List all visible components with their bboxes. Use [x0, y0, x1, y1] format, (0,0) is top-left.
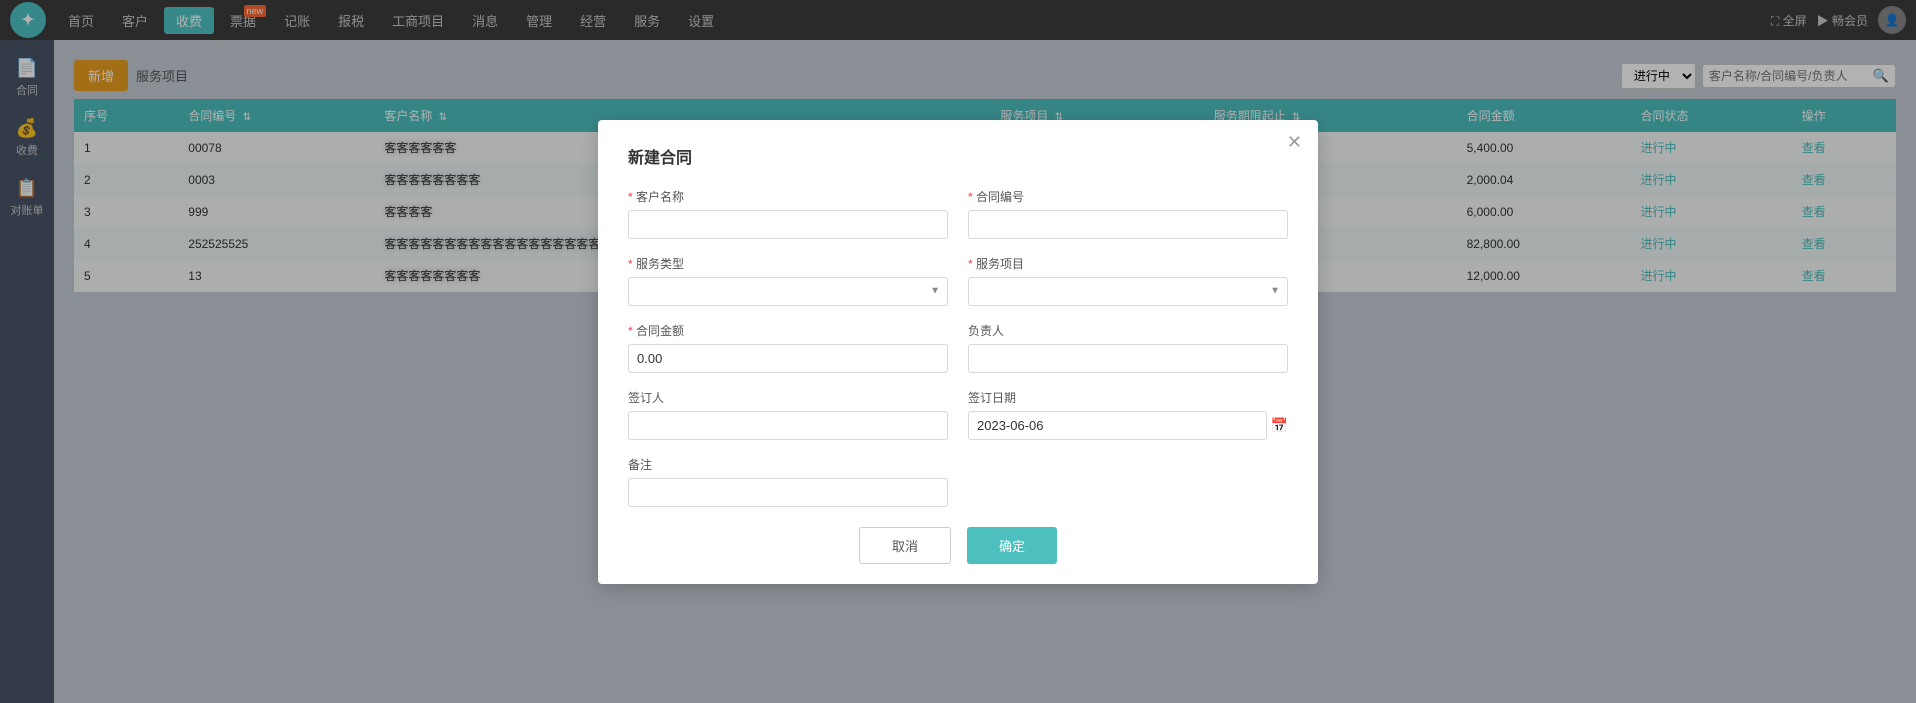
modal-footer: 取消 确定	[628, 527, 1288, 564]
label-contract-no: 合同编号	[968, 188, 1288, 205]
field-responsible: 负责人	[968, 322, 1288, 373]
input-signer[interactable]	[628, 411, 948, 440]
cancel-button[interactable]: 取消	[859, 527, 951, 564]
form-row-1: 客户名称 合同编号	[628, 188, 1288, 239]
field-service-type: 服务类型	[628, 255, 948, 306]
label-customer: 客户名称	[628, 188, 948, 205]
input-remarks[interactable]	[628, 478, 948, 507]
form-row-4: 签订人 签订日期 📅	[628, 389, 1288, 440]
field-sign-date: 签订日期 📅	[968, 389, 1288, 440]
new-contract-modal: ✕ 新建合同 客户名称 合同编号 服务类型	[598, 120, 1318, 584]
input-customer[interactable]	[628, 210, 948, 239]
select-service-item[interactable]	[968, 277, 1288, 306]
form-row-5: 备注	[628, 456, 1288, 507]
input-responsible[interactable]	[968, 344, 1288, 373]
field-customer: 客户名称	[628, 188, 948, 239]
modal-title: 新建合同	[628, 144, 1288, 168]
field-remarks: 备注	[628, 456, 948, 507]
modal-overlay: ✕ 新建合同 客户名称 合同编号 服务类型	[0, 0, 1916, 703]
label-signer: 签订人	[628, 389, 948, 406]
modal-close-button[interactable]: ✕	[1287, 132, 1302, 153]
field-signer: 签订人	[628, 389, 948, 440]
select-wrap-service-item	[968, 277, 1288, 306]
select-wrap-service-type	[628, 277, 948, 306]
label-sign-date: 签订日期	[968, 389, 1288, 406]
field-contract-no: 合同编号	[968, 188, 1288, 239]
label-responsible: 负责人	[968, 322, 1288, 339]
confirm-button[interactable]: 确定	[967, 527, 1057, 564]
field-amount: 合同金额	[628, 322, 948, 373]
sign-date-wrapper: 📅	[968, 411, 1288, 440]
input-contract-no[interactable]	[968, 210, 1288, 239]
label-service-type: 服务类型	[628, 255, 948, 272]
form-row-2: 服务类型 服务项目	[628, 255, 1288, 306]
select-service-type[interactable]	[628, 277, 948, 306]
label-service-item: 服务项目	[968, 255, 1288, 272]
label-remarks: 备注	[628, 456, 948, 473]
input-sign-date[interactable]	[968, 411, 1267, 440]
calendar-icon[interactable]: 📅	[1271, 417, 1288, 434]
field-service-item: 服务项目	[968, 255, 1288, 306]
input-amount[interactable]	[628, 344, 948, 373]
label-amount: 合同金额	[628, 322, 948, 339]
form-row-3: 合同金额 负责人	[628, 322, 1288, 373]
